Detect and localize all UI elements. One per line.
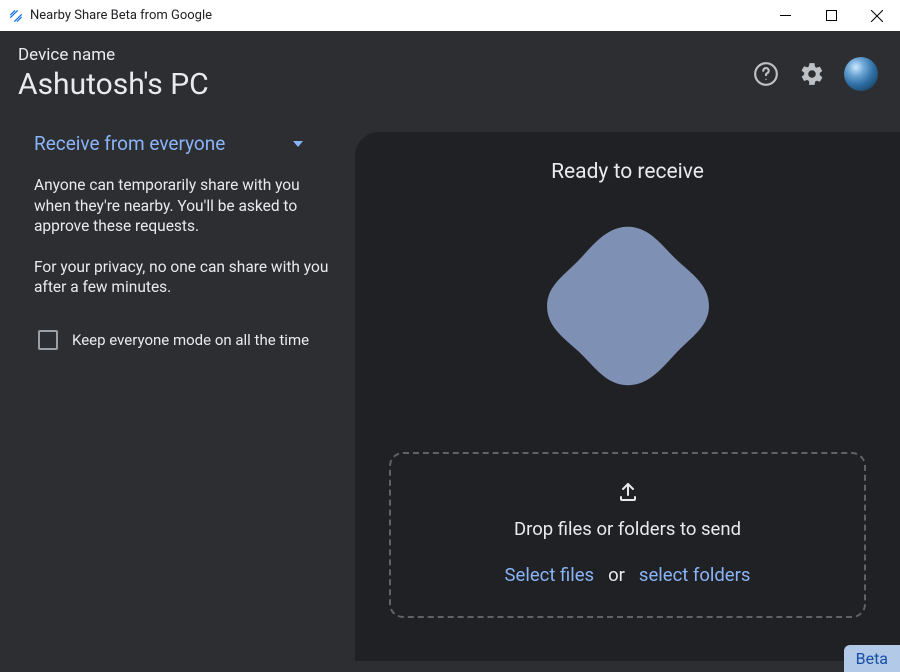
settings-button[interactable] [798, 60, 826, 88]
receive-mode-description-1: Anyone can temporarily share with you wh… [34, 175, 331, 237]
content-row: Receive from everyone Anyone can tempora… [0, 110, 900, 661]
maximize-button[interactable] [808, 0, 854, 31]
nearby-share-icon [8, 8, 24, 24]
left-panel: Receive from everyone Anyone can tempora… [0, 132, 355, 661]
dropzone[interactable]: Drop files or folders to send Select fil… [389, 452, 866, 618]
window-title: Nearby Share Beta from Google [30, 8, 212, 23]
receive-blob [540, 218, 716, 398]
receive-mode-dropdown[interactable]: Receive from everyone [34, 132, 331, 155]
keep-everyone-checkbox[interactable] [38, 330, 58, 350]
window-titlebar: Nearby Share Beta from Google [0, 0, 900, 31]
account-avatar[interactable] [844, 57, 878, 91]
close-button[interactable] [854, 0, 900, 31]
receive-mode-description-2: For your privacy, no one can share with … [34, 257, 331, 298]
ready-status: Ready to receive [551, 160, 704, 184]
header-actions [752, 57, 878, 91]
keep-everyone-checkbox-label: Keep everyone mode on all the time [72, 331, 309, 349]
dropzone-actions: Select files or select folders [505, 564, 751, 586]
dropzone-text: Drop files or folders to send [514, 518, 741, 540]
select-files-link[interactable]: Select files [505, 564, 595, 586]
beta-badge: Beta [844, 645, 900, 672]
upload-icon [616, 480, 640, 508]
chevron-down-icon [293, 141, 303, 147]
help-button[interactable] [752, 60, 780, 88]
or-text: or [608, 564, 625, 586]
minimize-button[interactable] [762, 0, 808, 31]
device-name-block: Device name Ashutosh's PC [18, 45, 209, 102]
titlebar-left: Nearby Share Beta from Google [8, 8, 212, 24]
blob-icon [540, 218, 716, 394]
receive-mode-label: Receive from everyone [34, 132, 225, 155]
device-name-label: Device name [18, 45, 209, 65]
keep-everyone-checkbox-row[interactable]: Keep everyone mode on all the time [34, 330, 331, 350]
app-window: Nearby Share Beta from Google Device nam… [0, 0, 900, 672]
select-folders-link[interactable]: select folders [639, 564, 751, 586]
window-controls [762, 0, 900, 31]
device-name-value: Ashutosh's PC [18, 67, 209, 102]
right-panel: Ready to receive Drop files or folders t… [355, 132, 900, 661]
app-header: Device name Ashutosh's PC [0, 31, 900, 110]
app-body: Device name Ashutosh's PC Receive fro [0, 31, 900, 672]
